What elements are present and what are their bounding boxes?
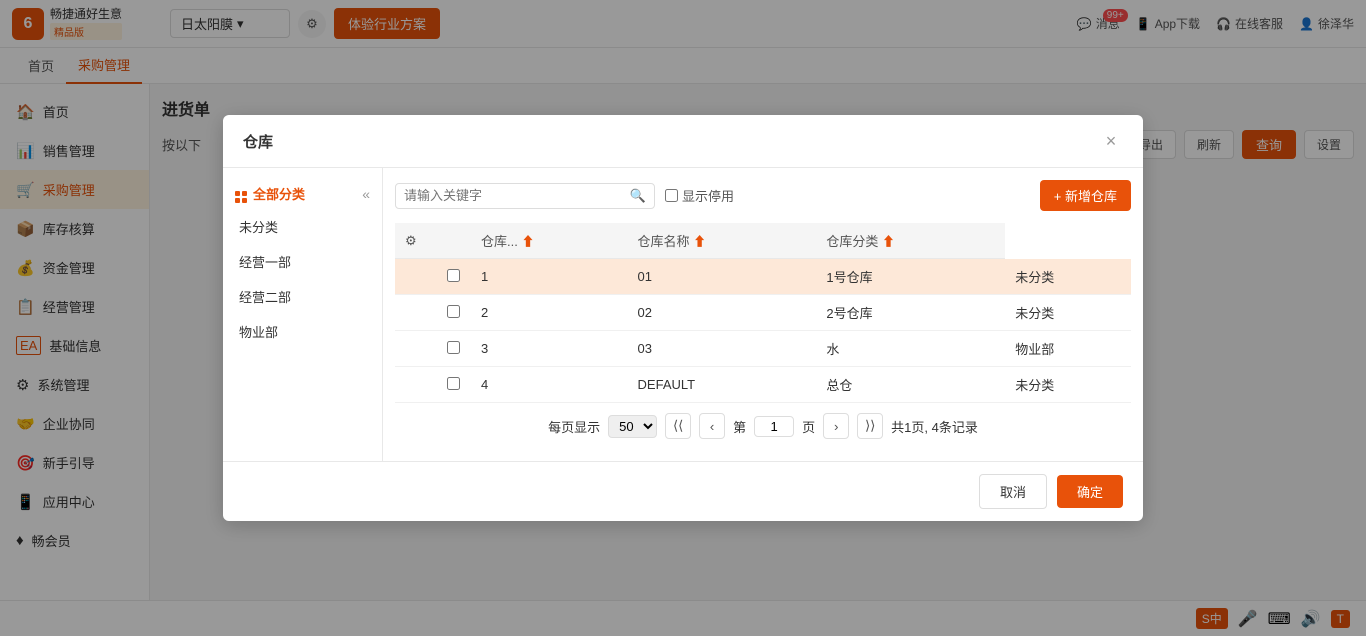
per-page-select[interactable]: 50 [608, 415, 657, 438]
row-code: DEFAULT [628, 367, 817, 403]
first-page-button[interactable]: ⟨⟨ [665, 413, 691, 439]
sort-icon2: ⬆ [693, 234, 706, 249]
sort-icon: ⬆ [521, 234, 534, 249]
category-item-property[interactable]: 物业部 [223, 314, 382, 349]
modal-overlay: 仓库 × 全部分类 « 未分类 [0, 0, 1366, 636]
row-check[interactable] [435, 367, 471, 403]
page-input[interactable] [754, 416, 794, 437]
warehouse-modal: 仓库 × 全部分类 « 未分类 [223, 115, 1143, 521]
search-icon: 🔍 [630, 188, 646, 204]
category-item-dept1[interactable]: 经营一部 [223, 244, 382, 279]
category-item-dept2[interactable]: 经营二部 [223, 279, 382, 314]
table-row[interactable]: 3 03 水 物业部 [395, 331, 1131, 367]
add-warehouse-button[interactable]: + 新增仓库 [1040, 180, 1131, 211]
modal-title: 仓库 [243, 131, 273, 152]
row-num: 4 [471, 367, 628, 403]
row-gear [395, 367, 435, 403]
table-toolbar: 🔍 显示停用 + 新增仓库 [395, 180, 1131, 211]
all-categories-item[interactable]: 全部分类 [235, 184, 305, 203]
category-header: 全部分类 « [223, 178, 382, 209]
col-code: 仓库... ⬆ [471, 223, 628, 259]
row-check[interactable] [435, 331, 471, 367]
row-num: 3 [471, 331, 628, 367]
total-info: 共1页, 4条记录 [891, 417, 978, 436]
collapse-button[interactable]: « [362, 186, 370, 202]
search-input[interactable] [404, 188, 624, 203]
col-name: 仓库名称 ⬆ [628, 223, 817, 259]
sort-icon3: ⬆ [882, 234, 895, 249]
row-name: 总仓 [816, 367, 1005, 403]
all-categories-label: 全部分类 [253, 184, 305, 203]
row-name: 1号仓库 [816, 259, 1005, 295]
row-check[interactable] [435, 259, 471, 295]
prev-page-button[interactable]: ‹ [699, 413, 725, 439]
row-category: 未分类 [1005, 367, 1131, 403]
category-panel: 全部分类 « 未分类 经营一部 经营二部 物业部 [223, 168, 383, 461]
table-row[interactable]: 2 02 2号仓库 未分类 [395, 295, 1131, 331]
table-container: ⚙ 仓库... ⬆ 仓库名称 ⬆ [395, 223, 1131, 403]
row-code: 02 [628, 295, 817, 331]
next-page-button[interactable]: › [823, 413, 849, 439]
page-unit: 页 [802, 417, 815, 436]
category-item-unclassified[interactable]: 未分类 [223, 209, 382, 244]
row-num: 1 [471, 259, 628, 295]
row-code: 01 [628, 259, 817, 295]
last-page-button[interactable]: ⟩⟩ [857, 413, 883, 439]
row-gear [395, 295, 435, 331]
modal-close-button[interactable]: × [1099, 129, 1123, 153]
row-code: 03 [628, 331, 817, 367]
show-disabled-text: 显示停用 [682, 186, 734, 205]
table-row[interactable]: 1 01 1号仓库 未分类 [395, 259, 1131, 295]
col-check [435, 223, 471, 259]
table-row[interactable]: 4 DEFAULT 总仓 未分类 [395, 367, 1131, 403]
row-gear [395, 331, 435, 367]
page-label: 第 [733, 417, 746, 436]
show-disabled-checkbox[interactable] [665, 189, 678, 202]
col-category: 仓库分类 ⬆ [816, 223, 1005, 259]
row-category: 未分类 [1005, 259, 1131, 295]
modal-body: 全部分类 « 未分类 经营一部 经营二部 物业部 [223, 168, 1143, 461]
per-page-label: 每页显示 [548, 417, 600, 436]
search-box: 🔍 [395, 183, 655, 209]
modal-header: 仓库 × [223, 115, 1143, 168]
col-settings: ⚙ [395, 223, 435, 259]
row-gear [395, 259, 435, 295]
confirm-button[interactable]: 确定 [1057, 475, 1123, 508]
row-name: 2号仓库 [816, 295, 1005, 331]
show-disabled-label[interactable]: 显示停用 [665, 186, 734, 205]
cancel-button[interactable]: 取消 [979, 474, 1047, 509]
table-panel: 🔍 显示停用 + 新增仓库 ⚙ [383, 168, 1143, 461]
row-category: 物业部 [1005, 331, 1131, 367]
row-name: 水 [816, 331, 1005, 367]
pagination: 每页显示 50 ⟨⟨ ‹ 第 页 › ⟩⟩ 共1页, 4条记录 [395, 403, 1131, 449]
modal-footer: 取消 确定 [223, 461, 1143, 521]
row-category: 未分类 [1005, 295, 1131, 331]
grid-icon [235, 184, 247, 203]
row-num: 2 [471, 295, 628, 331]
row-check[interactable] [435, 295, 471, 331]
warehouse-table: ⚙ 仓库... ⬆ 仓库名称 ⬆ [395, 223, 1131, 403]
